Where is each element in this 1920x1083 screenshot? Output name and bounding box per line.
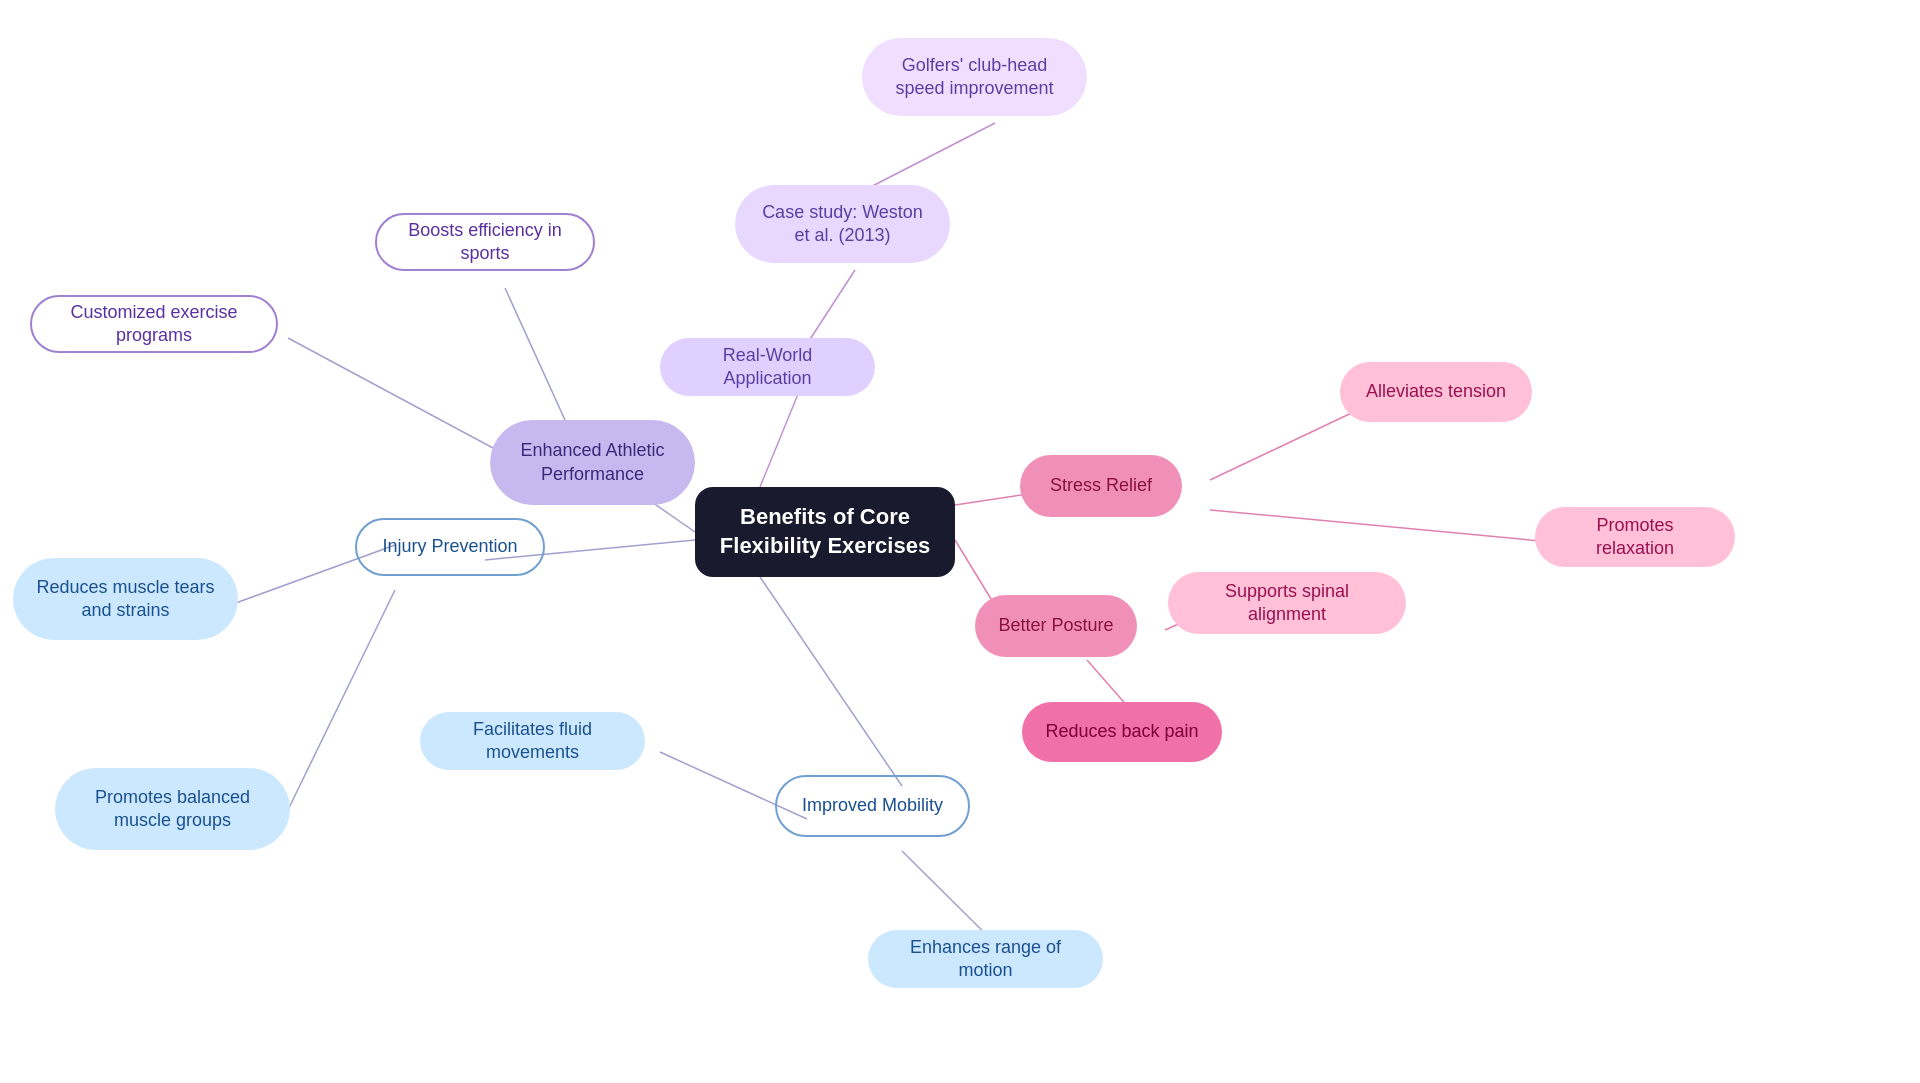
promotes-relaxation-node: Promotes relaxation (1535, 507, 1735, 567)
stress-relief-label: Stress Relief (1050, 474, 1152, 497)
enhanced-athletic-label: Enhanced Athletic Performance (512, 439, 673, 486)
improved-mobility-node: Improved Mobility (775, 775, 970, 837)
real-world-label: Real-World Application (682, 344, 853, 391)
case-study-node: Case study: Weston et al. (2013) (735, 185, 950, 263)
center-node: Benefits of Core Flexibility Exercises (695, 487, 955, 577)
customized-programs-label: Customized exercise programs (54, 301, 254, 348)
reduces-muscle-node: Reduces muscle tears and strains (13, 558, 238, 640)
center-label: Benefits of Core Flexibility Exercises (717, 503, 933, 560)
enhances-range-label: Enhances range of motion (890, 936, 1081, 983)
golfers-label: Golfers' club-head speed improvement (884, 54, 1065, 101)
reduces-muscle-label: Reduces muscle tears and strains (35, 576, 216, 623)
injury-prevention-label: Injury Prevention (382, 535, 517, 558)
svg-line-5 (285, 590, 395, 816)
enhanced-athletic-node: Enhanced Athletic Performance (490, 420, 695, 505)
alleviates-tension-label: Alleviates tension (1366, 380, 1506, 403)
svg-line-10 (805, 270, 855, 347)
improved-mobility-label: Improved Mobility (802, 794, 943, 817)
supports-spinal-label: Supports spinal alignment (1190, 580, 1384, 627)
promotes-balanced-label: Promotes balanced muscle groups (77, 786, 268, 833)
promotes-relaxation-label: Promotes relaxation (1557, 514, 1713, 561)
customized-programs-node: Customized exercise programs (30, 295, 278, 353)
better-posture-node: Better Posture (975, 595, 1137, 657)
alleviates-tension-node: Alleviates tension (1340, 362, 1532, 422)
boosts-efficiency-label: Boosts efficiency in sports (399, 219, 571, 266)
injury-prevention-node: Injury Prevention (355, 518, 545, 576)
promotes-balanced-node: Promotes balanced muscle groups (55, 768, 290, 850)
enhances-range-node: Enhances range of motion (868, 930, 1103, 988)
supports-spinal-node: Supports spinal alignment (1168, 572, 1406, 634)
facilitates-fluid-node: Facilitates fluid movements (420, 712, 645, 770)
golfers-node: Golfers' club-head speed improvement (862, 38, 1087, 116)
reduces-back-node: Reduces back pain (1022, 702, 1222, 762)
reduces-back-label: Reduces back pain (1045, 720, 1198, 743)
facilitates-fluid-label: Facilitates fluid movements (442, 718, 623, 765)
stress-relief-node: Stress Relief (1020, 455, 1182, 517)
better-posture-label: Better Posture (998, 614, 1113, 637)
boosts-efficiency-node: Boosts efficiency in sports (375, 213, 595, 271)
svg-line-1 (505, 288, 570, 431)
real-world-node: Real-World Application (660, 338, 875, 396)
svg-line-14 (1210, 510, 1573, 544)
svg-line-6 (760, 577, 902, 786)
case-study-label: Case study: Weston et al. (2013) (757, 201, 928, 248)
